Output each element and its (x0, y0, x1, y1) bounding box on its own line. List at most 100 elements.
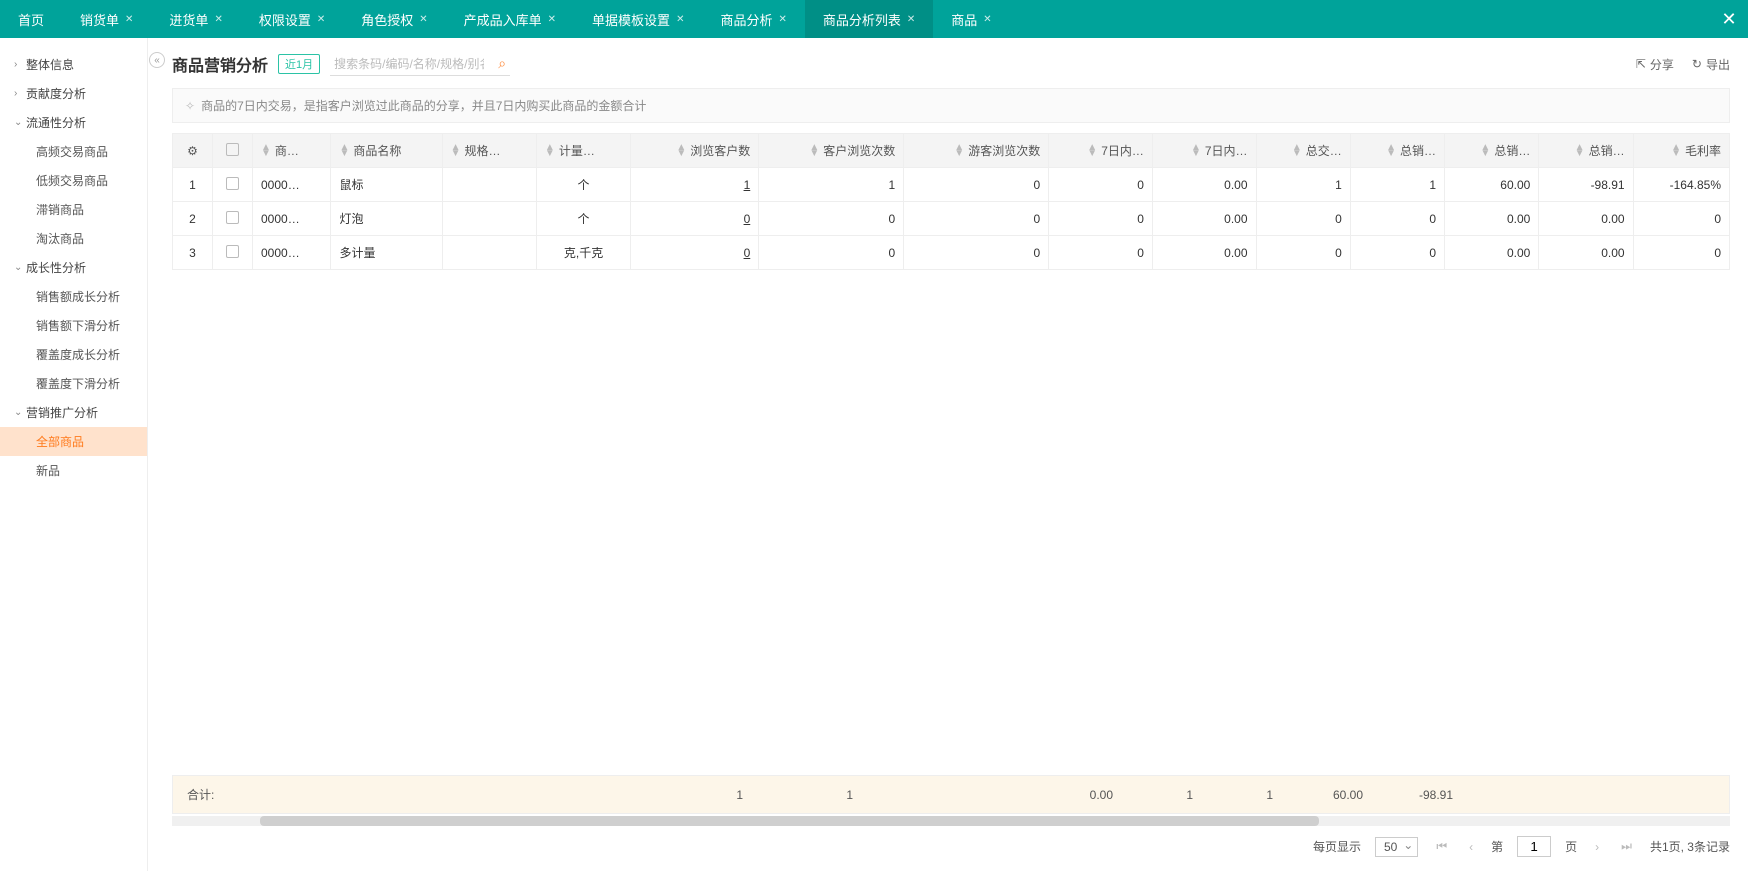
sort-icon[interactable]: ▲▼ (451, 144, 461, 158)
sidebar-item[interactable]: 淘汰商品 (0, 224, 147, 253)
column-header[interactable]: ▲▼总交… (1256, 134, 1350, 168)
column-header[interactable]: ▲▼7日内… (1152, 134, 1256, 168)
cell-link[interactable]: 0 (744, 212, 751, 226)
cell-link[interactable]: 0 (744, 246, 751, 260)
column-header[interactable]: ▲▼毛利率 (1633, 134, 1729, 168)
totals-cell (501, 785, 581, 805)
sidebar-item[interactable]: 低频交易商品 (0, 166, 147, 195)
top-tab[interactable]: 首页 (0, 0, 62, 38)
export-button[interactable]: ↻ 导出 (1692, 56, 1730, 73)
column-header[interactable]: ⚙ (173, 134, 213, 168)
gear-icon[interactable]: ⚙ (187, 144, 198, 158)
sidebar-item[interactable]: 新品 (0, 456, 147, 485)
sidebar-item-label: 滞销商品 (36, 201, 84, 218)
top-tab[interactable]: 销货单✕ (62, 0, 151, 38)
sort-icon[interactable]: ▲▼ (1087, 144, 1097, 158)
sidebar-item[interactable]: 滞销商品 (0, 195, 147, 224)
tab-close-icon[interactable]: ✕ (778, 14, 786, 25)
sort-icon[interactable]: ▲▼ (339, 144, 349, 158)
sort-icon[interactable]: ▲▼ (954, 144, 964, 158)
page-first-button[interactable]: ⏮ (1432, 839, 1451, 854)
row-checkbox[interactable] (226, 211, 239, 224)
sort-icon[interactable]: ▲▼ (676, 144, 686, 158)
sidebar-group[interactable]: ⌄流通性分析 (0, 108, 147, 137)
column-header[interactable]: ▲▼商品名称 (331, 134, 442, 168)
sidebar-item[interactable]: 全部商品 (0, 427, 147, 456)
page-next-button[interactable]: › (1591, 840, 1603, 854)
sort-icon[interactable]: ▲▼ (1480, 144, 1490, 158)
totals-cell: 1 (751, 778, 861, 812)
tab-close-icon[interactable]: ✕ (676, 14, 684, 25)
sort-icon[interactable]: ▲▼ (1671, 144, 1681, 158)
column-header[interactable]: ▲▼商… (253, 134, 331, 168)
table-cell: 0.00 (1445, 202, 1539, 236)
top-tab[interactable]: 产成品入库单✕ (446, 0, 574, 38)
sidebar-item[interactable]: 高频交易商品 (0, 137, 147, 166)
sort-icon[interactable]: ▲▼ (1575, 144, 1585, 158)
sidebar-item[interactable]: 销售额下滑分析 (0, 311, 147, 340)
sidebar-group[interactable]: ›贡献度分析 (0, 79, 147, 108)
row-checkbox[interactable] (226, 245, 239, 258)
column-header[interactable]: ▲▼规格… (442, 134, 536, 168)
row-checkbox[interactable] (226, 177, 239, 190)
column-header[interactable] (213, 134, 253, 168)
sidebar-item-label: 淘汰商品 (36, 230, 84, 247)
top-tab[interactable]: 商品分析列表✕ (805, 0, 933, 38)
sidebar-item[interactable]: 覆盖度成长分析 (0, 340, 147, 369)
tab-close-icon[interactable]: ✕ (419, 14, 427, 25)
top-tab[interactable]: 进货单✕ (151, 0, 240, 38)
table-cell: 0000… (253, 236, 331, 270)
tab-close-icon[interactable]: ✕ (548, 14, 556, 25)
per-page-select[interactable]: 50 (1375, 837, 1418, 857)
top-tab[interactable]: 商品分析✕ (702, 0, 804, 38)
column-header[interactable]: ▲▼总销… (1445, 134, 1539, 168)
horizontal-scrollbar[interactable] (172, 816, 1730, 826)
page-number-input[interactable] (1517, 836, 1551, 857)
sort-icon[interactable]: ▲▼ (1386, 144, 1396, 158)
sort-icon[interactable]: ▲▼ (1292, 144, 1302, 158)
tab-close-icon[interactable]: ✕ (214, 14, 222, 25)
table-row[interactable]: 30000…多计量克,千克00000.00000.000.000 (173, 236, 1730, 270)
close-all-tabs-button[interactable]: ✕ (1710, 0, 1748, 38)
sidebar-group-label: 流通性分析 (26, 114, 86, 131)
table-row[interactable]: 20000…灯泡个00000.00000.000.000 (173, 202, 1730, 236)
column-header[interactable]: ▲▼计量… (536, 134, 630, 168)
sidebar-group[interactable]: ›整体信息 (0, 50, 147, 79)
search-input[interactable] (330, 53, 510, 76)
top-tab[interactable]: 单据模板设置✕ (574, 0, 702, 38)
totals-cell (581, 785, 641, 805)
page-last-button[interactable]: ⏭ (1617, 839, 1636, 854)
select-all-checkbox[interactable] (226, 143, 239, 156)
sidebar-group[interactable]: ⌄营销推广分析 (0, 398, 147, 427)
sort-icon[interactable]: ▲▼ (1191, 144, 1201, 158)
tab-close-icon[interactable]: ✕ (317, 14, 325, 25)
period-filter-tag[interactable]: 近1月 (278, 54, 320, 74)
column-header[interactable]: ▲▼总销… (1350, 134, 1444, 168)
column-header[interactable]: ▲▼浏览客户数 (631, 134, 759, 168)
page-prev-button[interactable]: ‹ (1465, 840, 1477, 854)
top-tab-bar: 首页销货单✕进货单✕权限设置✕角色授权✕产成品入库单✕单据模板设置✕商品分析✕商… (0, 0, 1748, 38)
tab-close-icon[interactable]: ✕ (125, 14, 133, 25)
column-header[interactable]: ▲▼7日内… (1049, 134, 1153, 168)
tab-close-icon[interactable]: ✕ (983, 14, 991, 25)
sidebar-group[interactable]: ⌄成长性分析 (0, 253, 147, 282)
scrollbar-thumb[interactable] (260, 816, 1319, 826)
sort-icon[interactable]: ▲▼ (809, 144, 819, 158)
column-header[interactable]: ▲▼总销… (1539, 134, 1633, 168)
tab-close-icon[interactable]: ✕ (907, 14, 915, 25)
top-tab[interactable]: 权限设置✕ (241, 0, 343, 38)
sort-icon[interactable]: ▲▼ (261, 144, 271, 158)
table-row[interactable]: 10000…鼠标个11000.001160.00-98.91-164.85% (173, 168, 1730, 202)
sidebar-item[interactable]: 销售额成长分析 (0, 282, 147, 311)
cell-link[interactable]: 1 (744, 178, 751, 192)
top-tab[interactable]: 商品✕ (933, 0, 1009, 38)
share-button[interactable]: ⇱ 分享 (1636, 56, 1674, 73)
column-header[interactable]: ▲▼游客浏览次数 (904, 134, 1049, 168)
sort-icon[interactable]: ▲▼ (545, 144, 555, 158)
collapse-sidebar-button[interactable]: « (149, 52, 165, 68)
top-tab[interactable]: 角色授权✕ (343, 0, 445, 38)
search-icon[interactable]: ⌕ (498, 55, 506, 72)
sidebar-item[interactable]: 覆盖度下滑分析 (0, 369, 147, 398)
table-cell: -98.91 (1539, 168, 1633, 202)
column-header[interactable]: ▲▼客户浏览次数 (759, 134, 904, 168)
